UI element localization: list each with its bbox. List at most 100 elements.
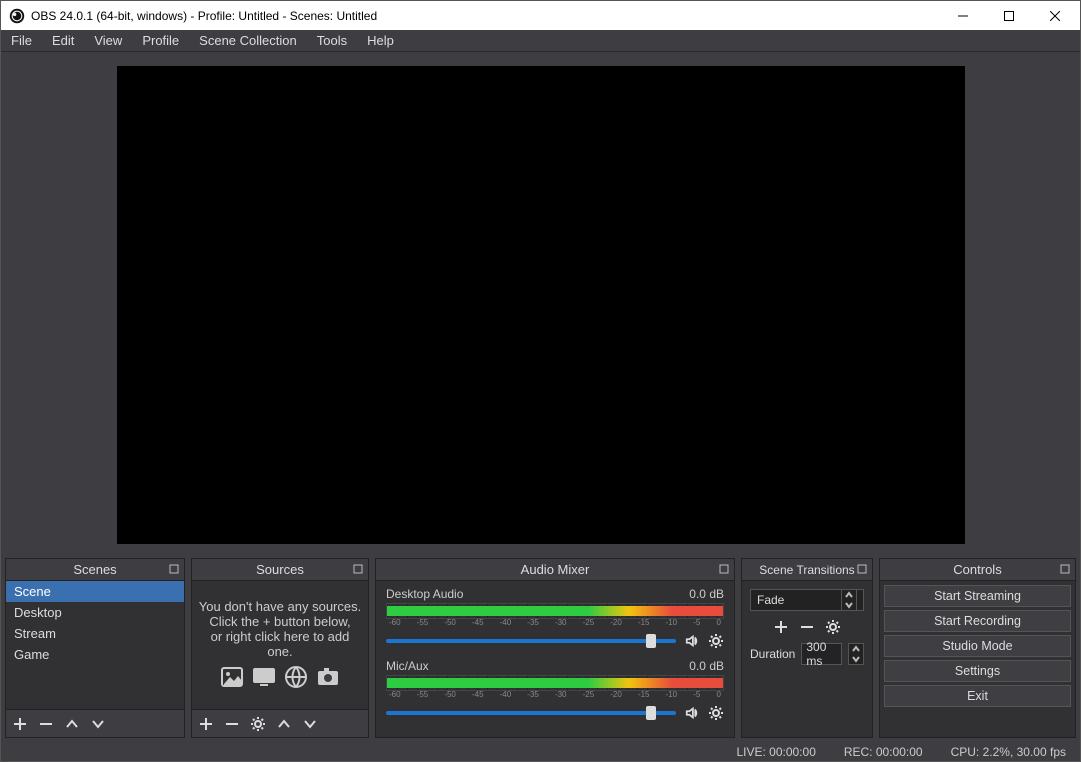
remove-source-button[interactable] [224,716,240,732]
transition-select[interactable]: Fade [750,589,864,611]
menu-view[interactable]: View [84,30,132,51]
popout-icon[interactable] [169,562,179,577]
meter-tick: -60 [389,618,401,627]
track-db: 0.0 dB [689,659,724,673]
popout-icon[interactable] [719,562,729,577]
menu-edit[interactable]: Edit [42,30,84,51]
meter-tick: -50 [444,690,456,699]
meter-tick: -50 [444,618,456,627]
start-streaming-button[interactable]: Start Streaming [884,585,1071,607]
sources-empty-hint[interactable]: You don't have any sources. Click the + … [192,581,368,709]
track-name: Desktop Audio [386,587,463,601]
display-source-icon [252,665,276,692]
sources-hint-line: You don't have any sources. [199,599,361,614]
popout-icon[interactable] [353,562,363,577]
menu-file[interactable]: File [1,30,42,51]
meter-tick: -30 [555,690,567,699]
add-source-button[interactable] [198,716,214,732]
audio-meter: -60-55-50-45-40-35-30-25-20-15-10-50 [386,675,724,691]
duration-stepper[interactable] [848,643,864,665]
remove-transition-button[interactable] [799,619,815,635]
preview-canvas[interactable] [117,66,965,544]
duration-value: 300 ms [806,640,837,668]
image-source-icon [220,665,244,692]
track-name: Mic/Aux [386,659,429,673]
track-settings-button[interactable] [708,705,724,721]
preview-area [1,52,1080,558]
menu-profile[interactable]: Profile [132,30,189,51]
meter-tick: -10 [666,690,678,699]
scenes-title: Scenes [73,562,116,577]
scene-up-button[interactable] [64,716,80,732]
meter-tick: 0 [716,690,720,699]
studio-mode-button[interactable]: Studio Mode [884,635,1071,657]
updown-icon[interactable] [841,589,857,611]
sources-panel: Sources You don't have any sources. Clic… [191,558,369,738]
titlebar: OBS 24.0.1 (64-bit, windows) - Profile: … [1,1,1080,30]
settings-button[interactable]: Settings [884,660,1071,682]
browser-source-icon [284,665,308,692]
volume-slider[interactable] [386,711,676,715]
transition-selected: Fade [757,593,784,607]
mixer-title: Audio Mixer [521,562,590,577]
menubar: File Edit View Profile Scene Collection … [1,30,1080,52]
close-button[interactable] [1032,1,1078,30]
source-down-button[interactable] [302,716,318,732]
status-live: LIVE: 00:00:00 [736,745,815,759]
statusbar: LIVE: 00:00:00 REC: 00:00:00 CPU: 2.2%, … [1,742,1080,761]
meter-tick: -60 [389,690,401,699]
meter-tick: -45 [472,618,484,627]
add-transition-button[interactable] [773,619,789,635]
mixer-track-desktop-audio: Desktop Audio 0.0 dB -60-55-50-45-40-35-… [386,587,724,649]
audio-meter: -60-55-50-45-40-35-30-25-20-15-10-50 [386,603,724,619]
start-recording-button[interactable]: Start Recording [884,610,1071,632]
exit-button[interactable]: Exit [884,685,1071,707]
meter-tick: -35 [527,690,539,699]
audio-mixer-panel: Audio Mixer Desktop Audio 0.0 dB -60-55-… [375,558,735,738]
transitions-panel: Scene Transitions Fade Duration [741,558,873,738]
menu-scene-collection[interactable]: Scene Collection [189,30,307,51]
minimize-button[interactable] [940,1,986,30]
mixer-track-mic-aux: Mic/Aux 0.0 dB -60-55-50-45-40-35-30-25-… [386,659,724,721]
meter-tick: -25 [583,618,595,627]
controls-title: Controls [953,562,1001,577]
meter-tick: -40 [500,618,512,627]
remove-scene-button[interactable] [38,716,54,732]
meter-tick: -55 [417,690,429,699]
popout-icon[interactable] [1060,562,1070,577]
track-db: 0.0 dB [689,587,724,601]
maximize-button[interactable] [986,1,1032,30]
menu-tools[interactable]: Tools [307,30,357,51]
scene-item[interactable]: Scene [6,581,184,602]
meter-tick: -45 [472,690,484,699]
scene-item[interactable]: Stream [6,623,184,644]
meter-tick: -15 [638,618,650,627]
speaker-icon[interactable] [684,705,700,721]
scene-item[interactable]: Desktop [6,602,184,623]
speaker-icon[interactable] [684,633,700,649]
duration-input[interactable]: 300 ms [801,643,842,665]
obs-app-icon [9,8,25,24]
meter-tick: -15 [638,690,650,699]
popout-icon[interactable] [857,562,867,577]
add-scene-button[interactable] [12,716,28,732]
sources-hint-line: Click the + button below, [209,614,350,629]
scene-list[interactable]: Scene Desktop Stream Game [6,581,184,709]
track-settings-button[interactable] [708,633,724,649]
status-cpu: CPU: 2.2%, 30.00 fps [951,745,1066,759]
meter-tick: -20 [610,690,622,699]
meter-tick: 0 [716,618,720,627]
scene-down-button[interactable] [90,716,106,732]
status-rec: REC: 00:00:00 [844,745,923,759]
meter-tick: -5 [693,618,700,627]
volume-slider[interactable] [386,639,676,643]
transition-settings-button[interactable] [825,619,841,635]
menu-help[interactable]: Help [357,30,404,51]
meter-tick: -55 [417,618,429,627]
meter-tick: -10 [666,618,678,627]
source-up-button[interactable] [276,716,292,732]
transitions-title: Scene Transitions [759,563,854,577]
source-settings-button[interactable] [250,716,266,732]
scene-item[interactable]: Game [6,644,184,665]
meter-tick: -20 [610,618,622,627]
